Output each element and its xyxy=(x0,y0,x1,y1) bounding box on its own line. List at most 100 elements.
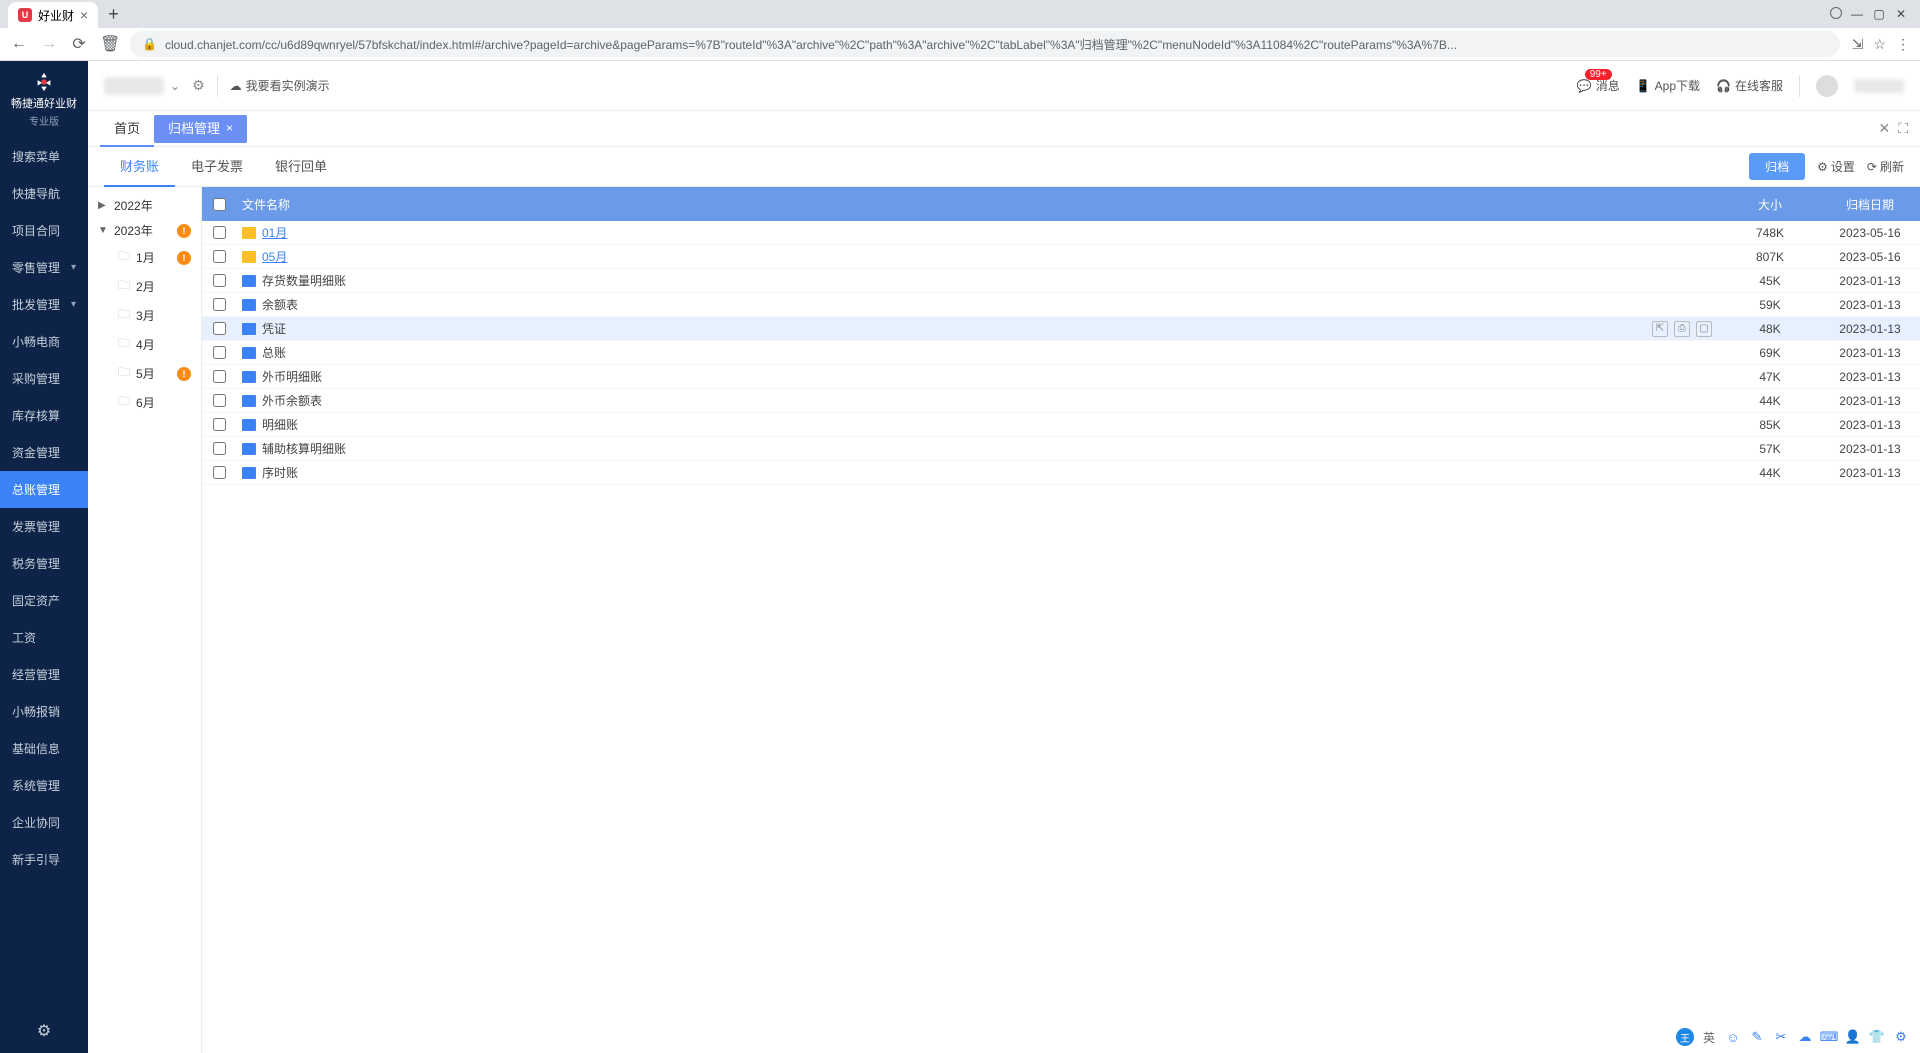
sidebar-item[interactable]: 工资 xyxy=(0,619,88,656)
tree-month[interactable]: 🗀3月 xyxy=(88,301,201,330)
row-checkbox[interactable] xyxy=(213,370,226,383)
row-checkbox[interactable] xyxy=(213,442,226,455)
table-row[interactable]: 总账 69K 2023-01-13 xyxy=(202,341,1920,365)
tray-edit-icon[interactable]: ✎ xyxy=(1748,1028,1766,1046)
install-app-icon[interactable]: ⇲ xyxy=(1852,36,1864,53)
trash-icon[interactable]: 🗑 xyxy=(100,34,118,54)
row-checkbox[interactable] xyxy=(213,418,226,431)
page-tab-home[interactable]: 首页 xyxy=(100,111,154,147)
org-settings-icon[interactable]: ⚙ xyxy=(192,77,205,94)
minimize-icon[interactable]: — xyxy=(1850,7,1864,21)
online-service-button[interactable]: 🎧 在线客服 xyxy=(1716,77,1783,94)
reload-button[interactable]: ⟳ xyxy=(70,34,88,54)
file-name-link[interactable]: 01月 xyxy=(262,224,287,241)
demo-link[interactable]: ☁ 我要看实例演示 xyxy=(230,77,330,94)
tree-month[interactable]: 🗀5月! xyxy=(88,359,201,388)
tree-month[interactable]: 🗀2月 xyxy=(88,272,201,301)
sidebar-item[interactable]: 库存核算 xyxy=(0,397,88,434)
ime-lang[interactable]: 英 xyxy=(1700,1028,1718,1046)
browser-tab[interactable]: U 好业财 × xyxy=(8,2,98,28)
sidebar-item[interactable]: 批发管理▾ xyxy=(0,286,88,323)
export-icon[interactable]: ⇱ xyxy=(1652,321,1668,337)
forward-button[interactable]: → xyxy=(40,35,58,53)
tree-year-2022[interactable]: ▶ 2022年 xyxy=(88,193,201,218)
maximize-icon[interactable]: ▢ xyxy=(1872,7,1886,21)
refresh-button[interactable]: ⟳刷新 xyxy=(1867,158,1904,175)
row-checkbox[interactable] xyxy=(213,250,226,263)
tree-month[interactable]: 🗀6月 xyxy=(88,388,201,417)
row-checkbox[interactable] xyxy=(213,346,226,359)
ime-icon[interactable]: 王 xyxy=(1676,1028,1694,1046)
sidebar-item[interactable]: 项目合同 xyxy=(0,212,88,249)
settings-button[interactable]: ⚙设置 xyxy=(1817,158,1855,175)
pdf-icon[interactable]: ⎙ xyxy=(1674,321,1690,337)
tree-month[interactable]: 🗀4月 xyxy=(88,330,201,359)
org-selector[interactable]: ⌄ xyxy=(104,77,180,95)
sidebar-item[interactable]: 企业协同 xyxy=(0,804,88,841)
file-name-link[interactable]: 05月 xyxy=(262,248,287,265)
table-row[interactable]: 凭证 ⇱ ⎙ ▢ 48K 2023-01-13 xyxy=(202,317,1920,341)
sidebar-item[interactable]: 小畅电商 xyxy=(0,323,88,360)
tray-emoji-icon[interactable]: ☺ xyxy=(1724,1028,1742,1046)
sidebar-item[interactable]: 固定资产 xyxy=(0,582,88,619)
row-checkbox[interactable] xyxy=(213,322,226,335)
sidebar-item[interactable]: 采购管理 xyxy=(0,360,88,397)
row-checkbox[interactable] xyxy=(213,466,226,479)
tray-cloud-icon[interactable]: ☁ xyxy=(1796,1028,1814,1046)
sidebar-item[interactable]: 总账管理 xyxy=(0,471,88,508)
tray-user-icon[interactable]: 👤 xyxy=(1844,1028,1862,1046)
table-row[interactable]: 辅助核算明细账 57K 2023-01-13 xyxy=(202,437,1920,461)
sidebar-item[interactable]: 小畅报销 xyxy=(0,693,88,730)
close-all-tabs-icon[interactable]: ✕ xyxy=(1878,120,1890,137)
app-download-button[interactable]: 📱 App下载 xyxy=(1636,77,1700,94)
row-checkbox[interactable] xyxy=(213,394,226,407)
view-icon[interactable]: ▢ xyxy=(1696,321,1712,337)
sidebar-item[interactable]: 基础信息 xyxy=(0,730,88,767)
table-row[interactable]: 外币明细账 47K 2023-01-13 xyxy=(202,365,1920,389)
sidebar-item[interactable]: 税务管理 xyxy=(0,545,88,582)
content-tab-invoice[interactable]: 电子发票 xyxy=(175,147,259,187)
row-checkbox[interactable] xyxy=(213,298,226,311)
table-row[interactable]: 01月 748K 2023-05-16 xyxy=(202,221,1920,245)
sidebar-item[interactable]: 搜索菜单 xyxy=(0,138,88,175)
archive-button[interactable]: 归档 xyxy=(1749,153,1805,180)
tray-gear-icon[interactable]: ⚙ xyxy=(1892,1028,1910,1046)
content-tab-finance[interactable]: 财务账 xyxy=(104,147,175,187)
tree-month[interactable]: 🗀1月! xyxy=(88,243,201,272)
tab-close-icon[interactable]: × xyxy=(80,7,88,23)
table-row[interactable]: 余额表 59K 2023-01-13 xyxy=(202,293,1920,317)
tray-keyboard-icon[interactable]: ⌨ xyxy=(1820,1028,1838,1046)
bookmark-icon[interactable]: ☆ xyxy=(1873,36,1886,53)
url-input[interactable]: 🔒 cloud.chanjet.com/cc/u6d89qwnryel/57bf… xyxy=(130,31,1840,57)
table-row[interactable]: 明细账 85K 2023-01-13 xyxy=(202,413,1920,437)
table-row[interactable]: 05月 807K 2023-05-16 xyxy=(202,245,1920,269)
back-button[interactable]: ← xyxy=(10,35,28,53)
close-window-icon[interactable]: ✕ xyxy=(1894,7,1908,21)
menu-icon[interactable]: ⋮ xyxy=(1896,36,1910,53)
select-all-checkbox[interactable] xyxy=(213,198,226,211)
tray-cut-icon[interactable]: ✂ xyxy=(1772,1028,1790,1046)
sidebar-settings-icon[interactable]: ⚙ xyxy=(0,1009,88,1053)
user-avatar[interactable] xyxy=(1816,75,1838,97)
new-tab-button[interactable]: + xyxy=(98,4,129,25)
content-tab-bank[interactable]: 银行回单 xyxy=(259,147,343,187)
tray-shirt-icon[interactable]: 👕 xyxy=(1868,1028,1886,1046)
tab-close-icon[interactable]: × xyxy=(226,121,233,135)
sidebar-item[interactable]: 发票管理 xyxy=(0,508,88,545)
sidebar-item[interactable]: 资金管理 xyxy=(0,434,88,471)
tree-year-2023[interactable]: ▼ 2023年 ! xyxy=(88,218,201,243)
table-row[interactable]: 序时账 44K 2023-01-13 xyxy=(202,461,1920,485)
row-checkbox[interactable] xyxy=(213,274,226,287)
page-tab-archive[interactable]: 归档管理 × xyxy=(154,115,247,143)
sidebar-item[interactable]: 经营管理 xyxy=(0,656,88,693)
fullscreen-icon[interactable]: ⛶ xyxy=(1898,120,1908,137)
account-icon[interactable] xyxy=(1830,7,1842,19)
sidebar-item[interactable]: 零售管理▾ xyxy=(0,249,88,286)
messages-button[interactable]: 99+ 💬 消息 xyxy=(1577,77,1620,94)
table-row[interactable]: 外币余额表 44K 2023-01-13 xyxy=(202,389,1920,413)
row-checkbox[interactable] xyxy=(213,226,226,239)
sidebar-item[interactable]: 新手引导 xyxy=(0,841,88,878)
sidebar-item[interactable]: 快捷导航 xyxy=(0,175,88,212)
table-row[interactable]: 存货数量明细账 45K 2023-01-13 xyxy=(202,269,1920,293)
sidebar-item[interactable]: 系统管理 xyxy=(0,767,88,804)
